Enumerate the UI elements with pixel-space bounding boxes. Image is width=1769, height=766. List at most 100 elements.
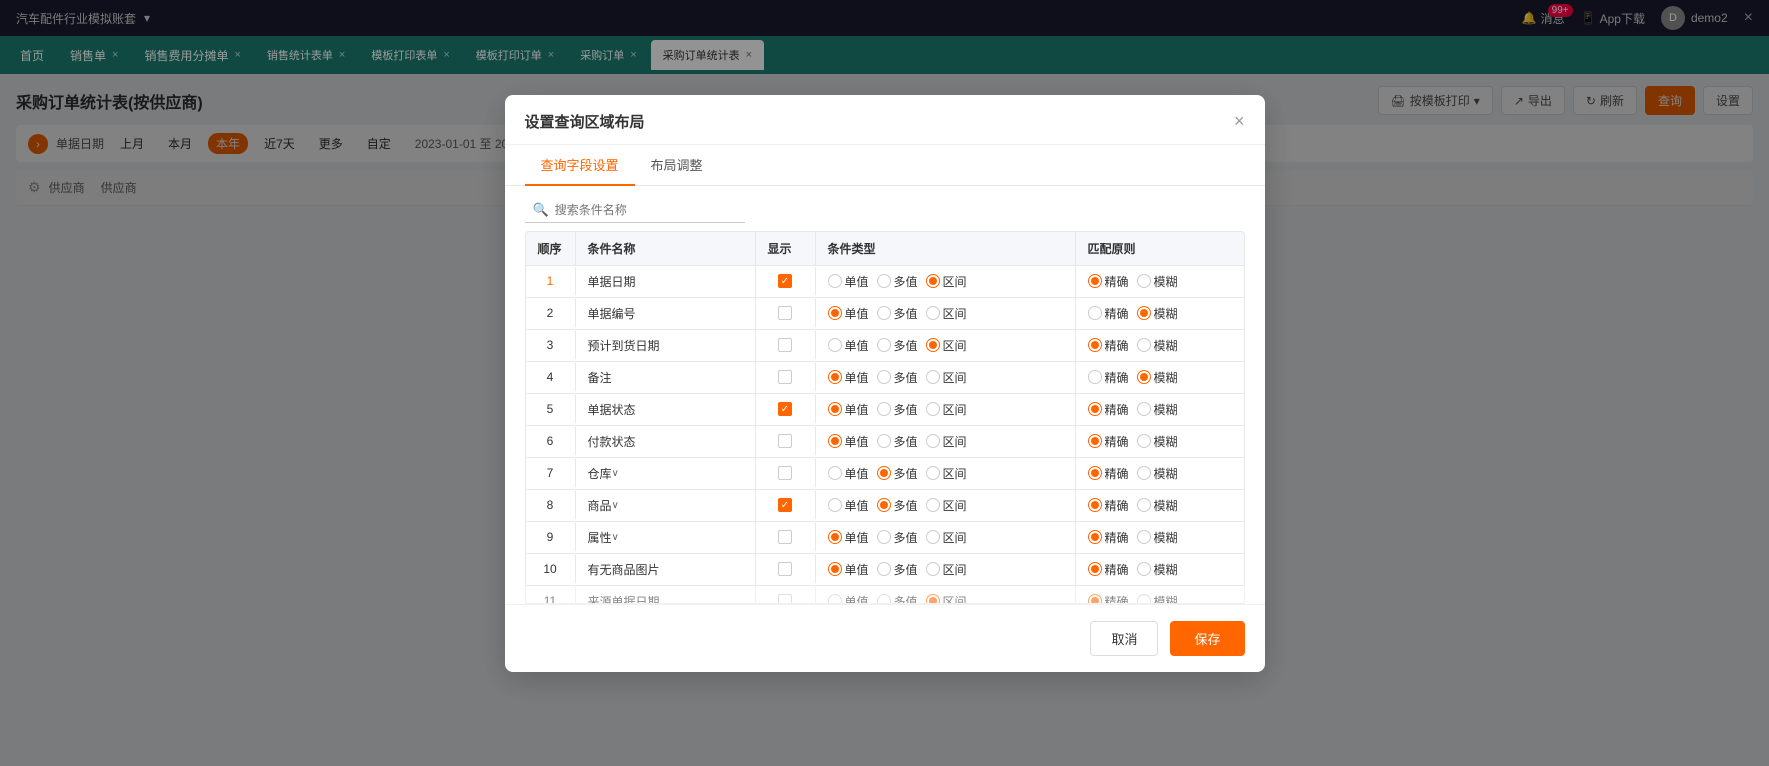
checkbox-10[interactable]	[778, 562, 792, 576]
row-check-6[interactable]	[756, 427, 816, 455]
tab-query-fields[interactable]: 查询字段设置	[525, 145, 635, 186]
radio-multi-2[interactable]: 多值	[877, 305, 918, 322]
radio-single-4[interactable]: 单值	[828, 369, 869, 386]
match-fuzzy-6[interactable]: 模糊	[1137, 433, 1178, 450]
row-name-2: 单据编号	[576, 298, 756, 329]
radio-range-7[interactable]: 区间	[926, 465, 967, 482]
chevron-icon-7: ∨	[612, 468, 619, 479]
match-exact-2[interactable]: 精确	[1088, 305, 1129, 322]
match-fuzzy-2[interactable]: 模糊	[1137, 305, 1178, 322]
row-check-5[interactable]	[756, 395, 816, 423]
match-exact-9[interactable]: 精确	[1088, 529, 1129, 546]
row-type-6: 单值 多值 区间	[816, 426, 1076, 457]
row-order-5: 5	[526, 395, 576, 423]
checkbox-1[interactable]	[778, 274, 792, 288]
row-check-7[interactable]	[756, 459, 816, 487]
tab-layout-adjust[interactable]: 布局调整	[635, 145, 719, 186]
match-exact-7[interactable]: 精确	[1088, 465, 1129, 482]
radio-single-8[interactable]: 单值	[828, 497, 869, 514]
match-fuzzy-4[interactable]: 模糊	[1137, 369, 1178, 386]
match-fuzzy-5[interactable]: 模糊	[1137, 401, 1178, 418]
checkbox-2[interactable]	[778, 306, 792, 320]
radio-group-1: 单值 多值 区间	[828, 273, 967, 290]
radio-multi-1[interactable]: 多值	[877, 273, 918, 290]
row-type-5: 单值 多值 区间	[816, 394, 1076, 425]
radio-multi-9[interactable]: 多值	[877, 529, 918, 546]
radio-single-7[interactable]: 单值	[828, 465, 869, 482]
radio-single-5[interactable]: 单值	[828, 401, 869, 418]
row-type-4: 单值 多值 区间	[816, 362, 1076, 393]
row-check-10[interactable]	[756, 555, 816, 583]
radio-multi-7[interactable]: 多值	[877, 465, 918, 482]
save-button[interactable]: 保存	[1170, 621, 1244, 656]
table-row: 7 仓库 ∨ 单值 多值 区间 精确 模糊	[525, 458, 1245, 490]
checkbox-3[interactable]	[778, 338, 792, 352]
match-fuzzy-10[interactable]: 模糊	[1137, 561, 1178, 578]
radio-multi-10[interactable]: 多值	[877, 561, 918, 578]
checkbox-7[interactable]	[778, 466, 792, 480]
radio-range-10[interactable]: 区间	[926, 561, 967, 578]
radio-range-4[interactable]: 区间	[926, 369, 967, 386]
row-order-10: 10	[526, 555, 576, 583]
radio-multi-5[interactable]: 多值	[877, 401, 918, 418]
row-check-3[interactable]	[756, 331, 816, 359]
row-check-1[interactable]	[756, 267, 816, 295]
chevron-icon-8: ∨	[612, 500, 619, 511]
col-type: 条件类型	[816, 232, 1076, 265]
radio-range-1[interactable]: 区间	[926, 273, 967, 290]
radio-multi-4[interactable]: 多值	[877, 369, 918, 386]
row-match-1: 精确 模糊	[1076, 266, 1245, 297]
row-check-8[interactable]	[756, 491, 816, 519]
match-fuzzy-9[interactable]: 模糊	[1137, 529, 1178, 546]
radio-multi-6[interactable]: 多值	[877, 433, 918, 450]
search-input[interactable]	[555, 203, 735, 217]
match-exact-10[interactable]: 精确	[1088, 561, 1129, 578]
checkbox-5[interactable]	[778, 402, 792, 416]
radio-single-10[interactable]: 单值	[828, 561, 869, 578]
row-name-7: 仓库 ∨	[576, 458, 756, 489]
table-row: 1 单据日期 单值 多值 区间 精确 模糊	[525, 266, 1245, 298]
row-order-6: 6	[526, 427, 576, 455]
match-exact-6[interactable]: 精确	[1088, 433, 1129, 450]
radio-range-5[interactable]: 区间	[926, 401, 967, 418]
match-fuzzy-8[interactable]: 模糊	[1137, 497, 1178, 514]
checkbox-6[interactable]	[778, 434, 792, 448]
row-match-3: 精确 模糊	[1076, 330, 1245, 361]
row-match-10: 精确 模糊	[1076, 554, 1245, 585]
modal-close-button[interactable]: ×	[1234, 112, 1245, 130]
match-fuzzy-1[interactable]: 模糊	[1137, 273, 1178, 290]
match-group-1: 精确 模糊	[1088, 273, 1178, 290]
checkbox-11[interactable]	[778, 594, 792, 604]
checkbox-4[interactable]	[778, 370, 792, 384]
radio-range-2[interactable]: 区间	[926, 305, 967, 322]
row-check-2[interactable]	[756, 299, 816, 327]
row-check-4[interactable]	[756, 363, 816, 391]
radio-range-3[interactable]: 区间	[926, 337, 967, 354]
radio-single-3[interactable]: 单值	[828, 337, 869, 354]
cancel-button[interactable]: 取消	[1090, 621, 1158, 656]
match-exact-1[interactable]: 精确	[1088, 273, 1129, 290]
match-fuzzy-3[interactable]: 模糊	[1137, 337, 1178, 354]
row-check-9[interactable]	[756, 523, 816, 551]
match-exact-3[interactable]: 精确	[1088, 337, 1129, 354]
modal-table: 顺序 条件名称 显示 条件类型 匹配原则 1 单据日期 单值 多值 区间	[525, 231, 1245, 604]
radio-single-9[interactable]: 单值	[828, 529, 869, 546]
radio-range-6[interactable]: 区间	[926, 433, 967, 450]
match-exact-5[interactable]: 精确	[1088, 401, 1129, 418]
checkbox-9[interactable]	[778, 530, 792, 544]
radio-range-9[interactable]: 区间	[926, 529, 967, 546]
radio-single-2[interactable]: 单值	[828, 305, 869, 322]
radio-multi-8[interactable]: 多值	[877, 497, 918, 514]
match-fuzzy-7[interactable]: 模糊	[1137, 465, 1178, 482]
match-exact-8[interactable]: 精确	[1088, 497, 1129, 514]
match-exact-4[interactable]: 精确	[1088, 369, 1129, 386]
radio-single-1[interactable]: 单值	[828, 273, 869, 290]
row-name-3: 预计到货日期	[576, 330, 756, 361]
row-type-1: 单值 多值 区间	[816, 266, 1076, 297]
table-row: 9 属性 ∨ 单值 多值 区间 精确 模糊	[525, 522, 1245, 554]
row-check-11[interactable]	[756, 587, 816, 604]
radio-multi-3[interactable]: 多值	[877, 337, 918, 354]
radio-range-8[interactable]: 区间	[926, 497, 967, 514]
radio-single-6[interactable]: 单值	[828, 433, 869, 450]
checkbox-8[interactable]	[778, 498, 792, 512]
